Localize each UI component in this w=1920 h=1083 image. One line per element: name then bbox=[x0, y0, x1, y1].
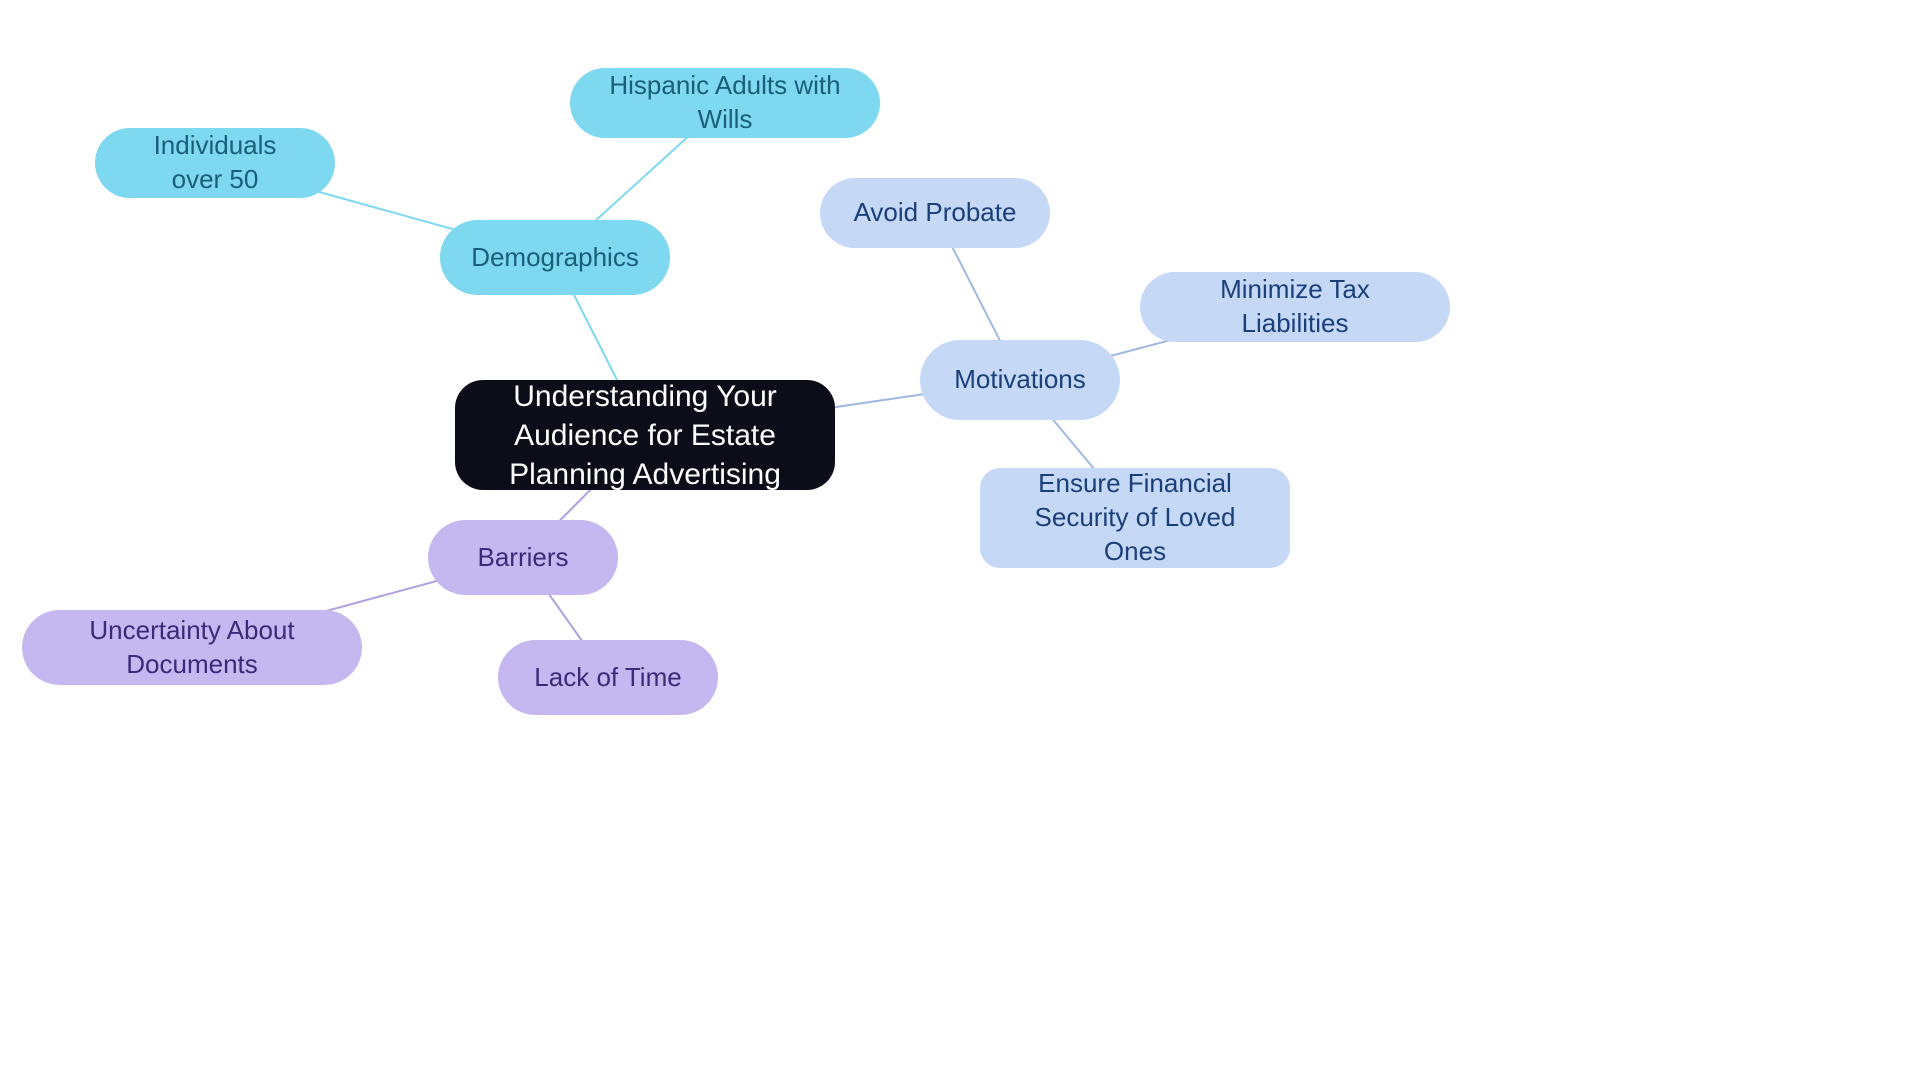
avoid-probate-node: Avoid Probate bbox=[820, 178, 1050, 248]
individuals-node: Individuals over 50 bbox=[95, 128, 335, 198]
minimize-tax-node: Minimize Tax Liabilities bbox=[1140, 272, 1450, 342]
demographics-label: Demographics bbox=[471, 241, 639, 275]
uncertainty-label: Uncertainty About Documents bbox=[54, 614, 330, 682]
hispanic-node: Hispanic Adults with Wills bbox=[570, 68, 880, 138]
uncertainty-node: Uncertainty About Documents bbox=[22, 610, 362, 685]
motivations-node: Motivations bbox=[920, 340, 1120, 420]
ensure-label: Ensure Financial Security of Loved Ones bbox=[1012, 467, 1258, 568]
hispanic-label: Hispanic Adults with Wills bbox=[602, 69, 848, 137]
motivations-label: Motivations bbox=[954, 363, 1086, 397]
barriers-node: Barriers bbox=[428, 520, 618, 595]
lack-of-time-node: Lack of Time bbox=[498, 640, 718, 715]
lack-label: Lack of Time bbox=[534, 661, 681, 695]
center-node: Understanding Your Audience for Estate P… bbox=[455, 380, 835, 490]
center-label: Understanding Your Audience for Estate P… bbox=[487, 377, 803, 494]
barriers-label: Barriers bbox=[477, 541, 568, 575]
minimize-label: Minimize Tax Liabilities bbox=[1172, 273, 1418, 341]
ensure-security-node: Ensure Financial Security of Loved Ones bbox=[980, 468, 1290, 568]
demographics-node: Demographics bbox=[440, 220, 670, 295]
avoid-label: Avoid Probate bbox=[854, 196, 1017, 230]
individuals-label: Individuals over 50 bbox=[127, 129, 303, 197]
